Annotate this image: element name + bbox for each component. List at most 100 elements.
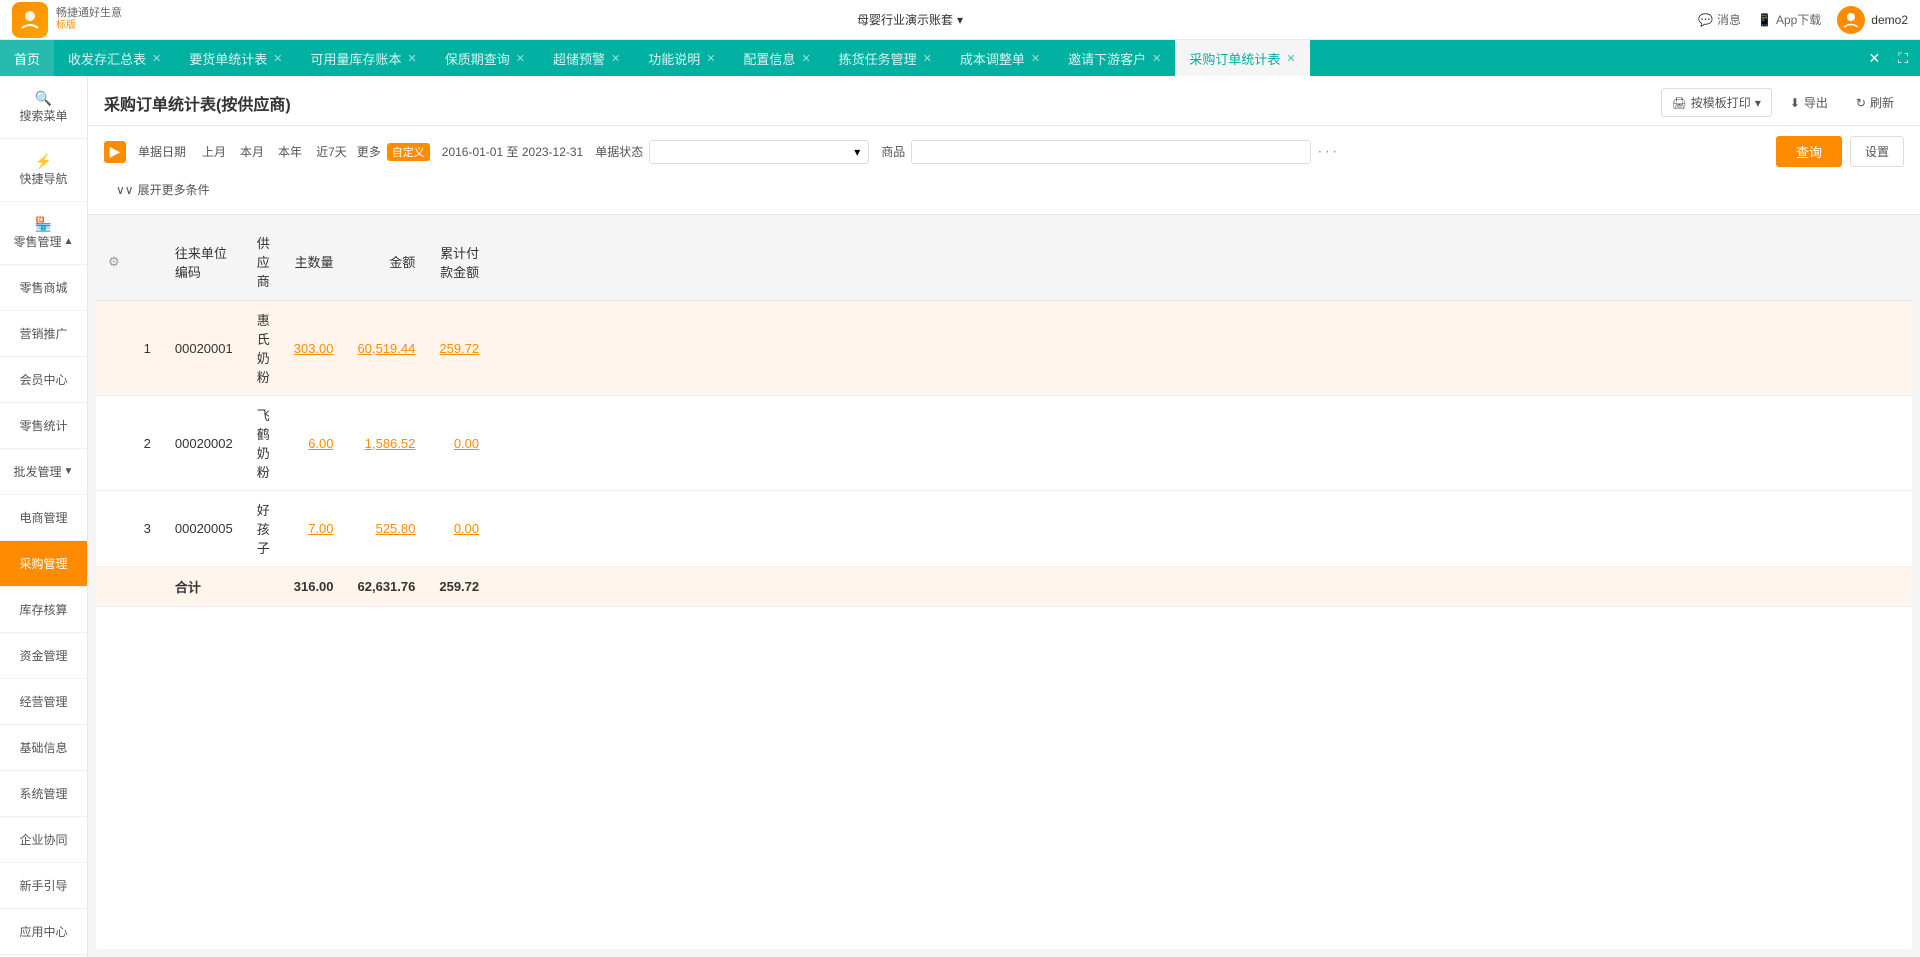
settings-button[interactable]: 设置 bbox=[1850, 136, 1904, 167]
tab-cost-adjust[interactable]: 成本调整单 ✕ bbox=[946, 40, 1054, 76]
tab-purchase-summary[interactable]: 采购订单统计表 ✕ bbox=[1175, 40, 1309, 76]
sidebar-item-operations[interactable]: 经营管理 bbox=[0, 679, 87, 725]
logo-text: 畅捷通好生意 标版 bbox=[56, 7, 122, 32]
date-this-year-button[interactable]: 本年 bbox=[274, 141, 306, 162]
cell-extra bbox=[491, 491, 1912, 567]
sidebar-item-search[interactable]: 🔍 搜索菜单 bbox=[0, 76, 87, 139]
download-icon: 📱 bbox=[1757, 13, 1772, 27]
table-row: 2 00020002 飞鹤奶粉 6.00 1,586.52 0.00 bbox=[96, 396, 1912, 491]
footer-extra bbox=[491, 567, 1912, 607]
tab-close-icon[interactable]: ✕ bbox=[1031, 52, 1040, 65]
date-7days-button[interactable]: 近7天 bbox=[312, 141, 351, 162]
sidebar-item-new-guide[interactable]: 新手引导 bbox=[0, 863, 87, 909]
tab-close-icon[interactable]: ✕ bbox=[516, 52, 525, 65]
table-row: 1 00020001 惠氏奶粉 303.00 60,519.44 259.72 bbox=[96, 301, 1912, 396]
sidebar-item-marketing[interactable]: 营销推广 bbox=[0, 311, 87, 357]
th-paid: 累计付款金额 bbox=[427, 223, 491, 301]
print-icon: 🖨 bbox=[1672, 96, 1687, 110]
date-range-display: 2016-01-01 至 2023-12-31 bbox=[442, 143, 583, 160]
content-area: 采购订单统计表(按供应商) 🖨 按模板打印 ▾ ⬇ 导出 ↻ 刷新 bbox=[88, 76, 1920, 957]
expand-more-button[interactable]: ∨∨ 展开更多条件 bbox=[104, 175, 1904, 204]
column-settings-icon[interactable]: ⚙ bbox=[108, 254, 120, 269]
export-button[interactable]: ⬇ 导出 bbox=[1780, 89, 1838, 116]
filter-row: ▶ 单据日期 上月 本月 本年 近7天 更多 自定义 2016-01-01 至 … bbox=[104, 136, 1904, 167]
tab-close-icon[interactable]: ✕ bbox=[923, 52, 932, 65]
tab-close-icon[interactable]: ✕ bbox=[1152, 52, 1161, 65]
footer-qty: 316.00 bbox=[282, 567, 346, 607]
tab-close-icon[interactable]: ✕ bbox=[801, 52, 810, 65]
footer-label: 合计 bbox=[163, 567, 245, 607]
table-container: ⚙ 往来单位编码 供应商 主数量 金额 累计付款金额 1 bbox=[96, 223, 1912, 949]
page-header: 采购订单统计表(按供应商) 🖨 按模板打印 ▾ ⬇ 导出 ↻ 刷新 bbox=[88, 76, 1920, 126]
tab-close-icon[interactable]: ✕ bbox=[408, 52, 417, 65]
sidebar-item-inventory[interactable]: 库存核算 bbox=[0, 587, 87, 633]
tab-invite-downstream[interactable]: 邀请下游客户 ✕ bbox=[1054, 40, 1175, 76]
cell-amount: 1,586.52 bbox=[346, 396, 428, 491]
sidebar-item-basic-info[interactable]: 基础信息 bbox=[0, 725, 87, 771]
tab-close-icon[interactable]: ✕ bbox=[273, 52, 282, 65]
sidebar-item-enterprise-collab[interactable]: 企业协同 bbox=[0, 817, 87, 863]
tab-close-icon[interactable]: ✕ bbox=[611, 52, 620, 65]
print-dropdown-icon: ▾ bbox=[1755, 96, 1761, 110]
workspace-selector[interactable]: 母婴行业演示账套 ▾ bbox=[857, 11, 963, 28]
sidebar-item-purchase[interactable]: 采购管理 bbox=[0, 541, 87, 587]
sidebar-item-system[interactable]: 系统管理 bbox=[0, 771, 87, 817]
footer-paid: 259.72 bbox=[427, 567, 491, 607]
th-supplier: 供应商 bbox=[245, 223, 282, 301]
sidebar-item-quick-nav[interactable]: ⚡ 快捷导航 bbox=[0, 139, 87, 202]
sidebar-item-retail-stat[interactable]: 零售统计 bbox=[0, 403, 87, 449]
tab-close-icon[interactable]: ✕ bbox=[152, 52, 161, 65]
date-this-month-button[interactable]: 本月 bbox=[236, 141, 268, 162]
sidebar-item-wholesale[interactable]: 批发管理 ▼ bbox=[0, 449, 87, 495]
close-all-tabs-button[interactable]: ✕ bbox=[1860, 46, 1888, 71]
tab-home[interactable]: 首页 bbox=[0, 40, 54, 76]
tab-config-info[interactable]: 配置信息 ✕ bbox=[729, 40, 824, 76]
tab-function-guide[interactable]: 功能说明 ✕ bbox=[634, 40, 729, 76]
message-button[interactable]: 💬 消息 bbox=[1698, 11, 1741, 28]
status-select[interactable]: ▾ bbox=[649, 140, 869, 164]
th-seq bbox=[132, 223, 163, 301]
goods-input[interactable] bbox=[911, 140, 1311, 164]
date-shortcuts: 上月 本月 本年 近7天 更多 自定义 bbox=[198, 141, 430, 162]
cell-unit-code: 00020005 bbox=[163, 491, 245, 567]
tab-requisition[interactable]: 要货单统计表 ✕ bbox=[175, 40, 296, 76]
user-area[interactable]: demo2 bbox=[1837, 6, 1908, 34]
sidebar-item-app-center[interactable]: 应用中心 bbox=[0, 909, 87, 955]
cell-amount: 525.80 bbox=[346, 491, 428, 567]
goods-more-icon[interactable]: ··· bbox=[1317, 143, 1339, 161]
app-download-button[interactable]: 📱 App下载 bbox=[1757, 11, 1821, 28]
table-footer-row: 合计 316.00 62,631.76 259.72 bbox=[96, 567, 1912, 607]
tab-overstock[interactable]: 超储预警 ✕ bbox=[539, 40, 634, 76]
th-settings: ⚙ bbox=[96, 223, 132, 301]
print-button[interactable]: 🖨 按模板打印 ▾ bbox=[1661, 88, 1772, 117]
cell-extra bbox=[491, 301, 1912, 396]
cell-paid: 0.00 bbox=[427, 396, 491, 491]
refresh-button[interactable]: ↻ 刷新 bbox=[1846, 89, 1904, 116]
sidebar-item-finance[interactable]: 资金管理 bbox=[0, 633, 87, 679]
filter-toggle-button[interactable]: ▶ bbox=[104, 141, 126, 163]
footer-seq bbox=[132, 567, 163, 607]
date-more-button[interactable]: 更多 bbox=[357, 143, 381, 160]
cell-seq: 1 bbox=[132, 301, 163, 396]
sidebar-item-member[interactable]: 会员中心 bbox=[0, 357, 87, 403]
main-layout: 🔍 搜索菜单 ⚡ 快捷导航 🏪 零售管理 ▲ 零售商城 营销推广 会员中心 零售… bbox=[0, 76, 1920, 957]
table-row: 3 00020005 好孩子 7.00 525.80 0.00 bbox=[96, 491, 1912, 567]
date-last-month-button[interactable]: 上月 bbox=[198, 141, 230, 162]
tab-pick-task[interactable]: 拣货任务管理 ✕ bbox=[825, 40, 946, 76]
top-right-actions: 💬 消息 📱 App下载 demo2 bbox=[1698, 6, 1908, 34]
data-table: ⚙ 往来单位编码 供应商 主数量 金额 累计付款金额 1 bbox=[96, 223, 1912, 607]
top-bar: 畅捷通好生意 标版 母婴行业演示账套 ▾ 💬 消息 📱 App下载 demo2 bbox=[0, 0, 1920, 40]
query-button[interactable]: 查询 bbox=[1776, 136, 1842, 167]
tab-available-stock[interactable]: 可用量库存账本 ✕ bbox=[296, 40, 430, 76]
tab-warranty[interactable]: 保质期查询 ✕ bbox=[431, 40, 539, 76]
tab-collect-pay[interactable]: 收发存汇总表 ✕ bbox=[54, 40, 175, 76]
sidebar-item-ecommerce[interactable]: 电商管理 bbox=[0, 495, 87, 541]
table-body: 1 00020001 惠氏奶粉 303.00 60,519.44 259.72 … bbox=[96, 301, 1912, 567]
sidebar-item-retail-mall[interactable]: 零售商城 bbox=[0, 265, 87, 311]
tab-close-icon[interactable]: ✕ bbox=[706, 52, 715, 65]
sidebar-item-retail[interactable]: 🏪 零售管理 ▲ bbox=[0, 202, 87, 265]
cell-qty: 303.00 bbox=[282, 301, 346, 396]
tab-close-icon[interactable]: ✕ bbox=[1286, 52, 1295, 65]
goods-filter: 商品 ··· bbox=[881, 140, 1339, 164]
maximize-button[interactable]: ⛶ bbox=[1890, 46, 1916, 71]
